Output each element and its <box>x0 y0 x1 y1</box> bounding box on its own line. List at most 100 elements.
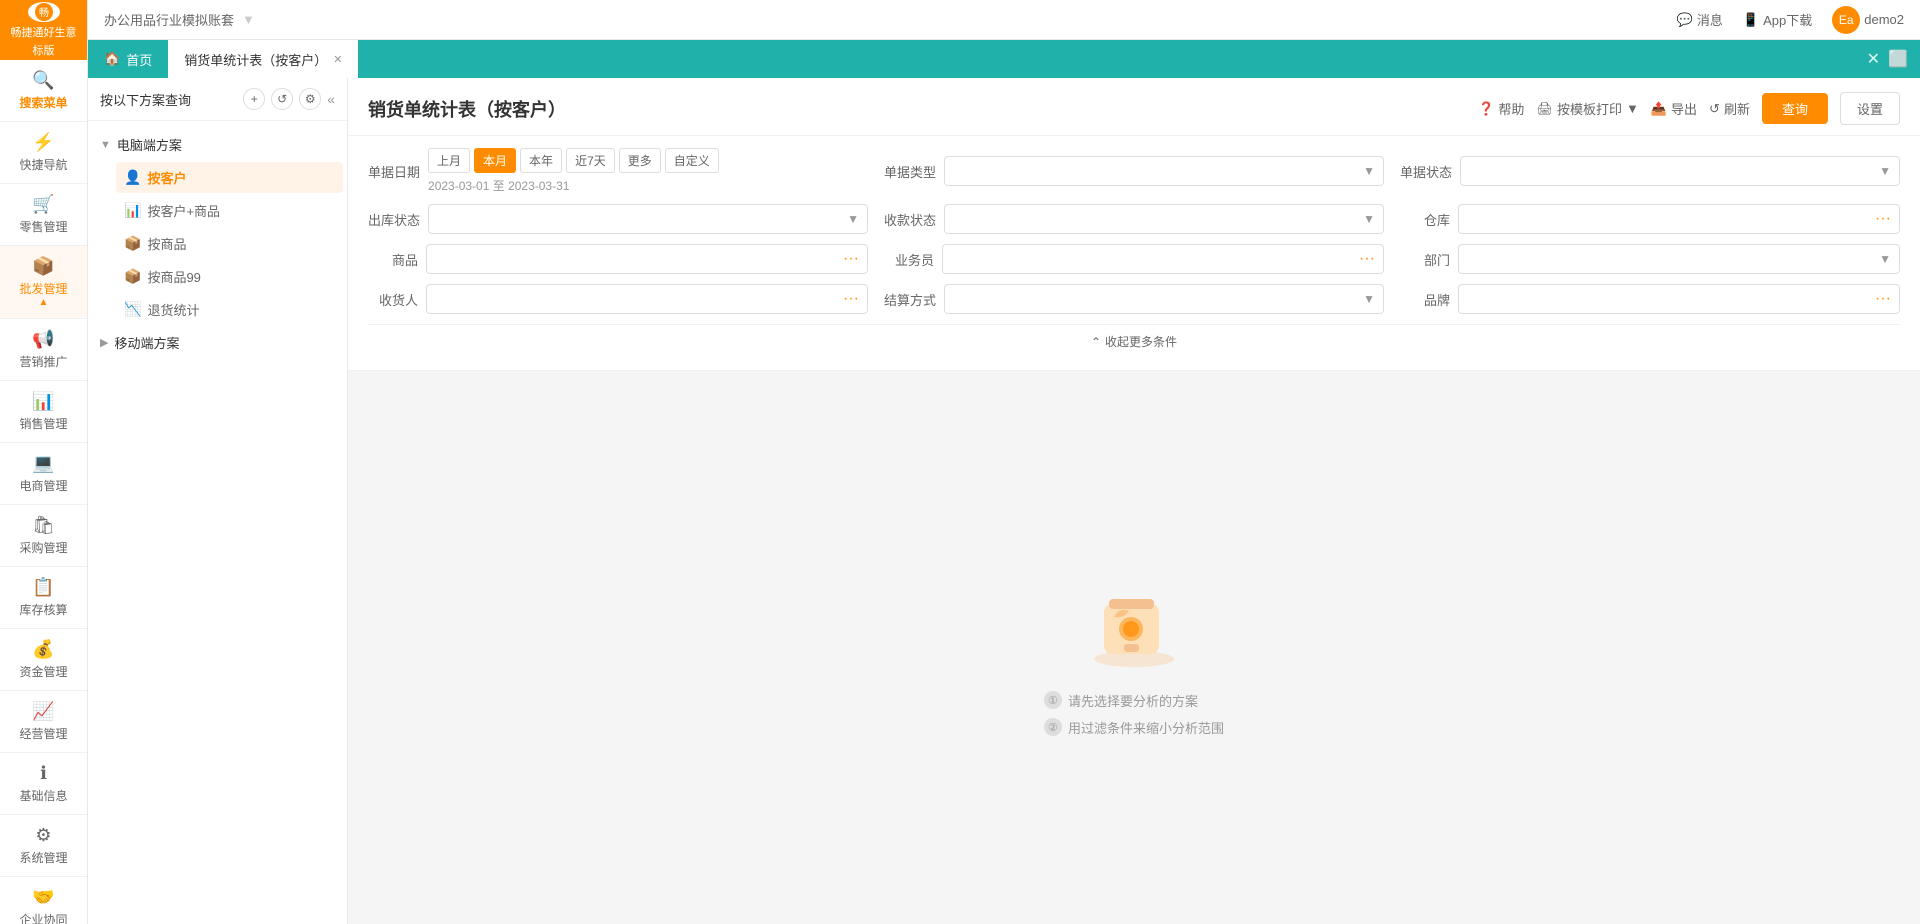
receiver-input[interactable]: ··· <box>426 284 868 314</box>
svg-text:畅: 畅 <box>39 6 49 19</box>
help-button[interactable]: ❓ 帮助 <box>1478 99 1524 118</box>
sidebar-item-basic-info[interactable]: ℹ 基础信息 <box>0 753 87 815</box>
sidebar-item-system[interactable]: ⚙ 系统管理 <box>0 815 87 877</box>
by-customer-icon: 👤 <box>124 169 141 186</box>
sidebar-item-inventory-label: 库存核算 <box>19 601 67 618</box>
warehouse-input[interactable]: ··· <box>1458 204 1900 234</box>
message-button[interactable]: 💬 消息 <box>1677 10 1723 29</box>
sidebar-item-ecommerce[interactable]: 💻 电商管理 <box>0 443 87 505</box>
tree-child-by-customer-goods[interactable]: 📊 按客户+商品 <box>116 195 343 226</box>
tab-bar-right: ✕ ⬜ <box>1867 49 1920 69</box>
sidebar-item-purchase[interactable]: 🛍 采购管理 <box>0 505 87 567</box>
operations-icon: 📈 <box>32 701 54 722</box>
tree-children-desktop: 👤 按客户 📊 按客户+商品 📦 按商品 📦 按商品99 <box>88 162 347 325</box>
brand-input[interactable]: ··· <box>1458 284 1900 314</box>
empty-state: ① 请先选择要分析的方案 ② 用过滤条件来缩小分析范围 <box>348 371 1920 924</box>
sidebar-item-system-label: 系统管理 <box>19 849 67 866</box>
refresh-label: 刷新 <box>1724 99 1750 118</box>
tree-parent-desktop[interactable]: ▼ 电脑端方案 <box>88 129 347 160</box>
tab-sales-report[interactable]: 销货单统计表（按客户） ✕ <box>168 40 358 78</box>
goods-dots-icon[interactable]: ··· <box>843 250 859 268</box>
filter-payment-status-cell: 收款状态 ▼ <box>884 204 1384 234</box>
department-chevron-icon: ▼ <box>1879 252 1891 266</box>
tree-child-by-customer[interactable]: 👤 按客户 <box>116 162 343 193</box>
goods-input[interactable]: ··· <box>426 244 868 274</box>
date-label: 单据日期 <box>368 162 420 181</box>
avatar: Ea <box>1832 6 1860 34</box>
breadcrumb: 办公用品行业模拟账套 <box>104 10 234 29</box>
this-year-btn[interactable]: 本年 <box>520 148 562 173</box>
export-button[interactable]: 📤 导出 <box>1651 99 1697 118</box>
quick-nav-icon: ⚡ <box>32 132 54 153</box>
settings-scheme-button[interactable]: ⚙ <box>299 88 321 110</box>
this-month-btn[interactable]: 本月 <box>474 148 516 173</box>
tree-child-by-goods-99[interactable]: 📦 按商品99 <box>116 261 343 292</box>
tree-child-by-goods[interactable]: 📦 按商品 <box>116 228 343 259</box>
search-icon: 🔍 <box>32 70 54 91</box>
help-label: 帮助 <box>1498 99 1524 118</box>
add-scheme-button[interactable]: + <box>243 88 265 110</box>
tab-expand-button[interactable]: ⬜ <box>1888 49 1908 69</box>
content-area: 按以下方案查询 + ↺ ⚙ « ▼ 电脑端方案 👤 按客户 <box>88 78 1920 924</box>
help-icon: ❓ <box>1478 101 1494 117</box>
message-label: 消息 <box>1697 10 1723 29</box>
sidebar-item-wholesale[interactable]: 📦 批发管理 ▲ <box>0 246 87 319</box>
sidebar-item-inventory[interactable]: 📋 库存核算 <box>0 567 87 629</box>
settings-button[interactable]: 设置 <box>1840 92 1900 125</box>
brand-dots-icon[interactable]: ··· <box>1875 290 1891 308</box>
department-input[interactable]: ▼ <box>1458 244 1900 274</box>
date-quick-btns: 上月 本月 本年 近7天 更多 自定义 <box>428 148 868 173</box>
app-download-button[interactable]: 📱 App下载 <box>1743 10 1812 29</box>
empty-tip-2: ② 用过滤条件来缩小分析范围 <box>1044 718 1224 737</box>
payment-method-input[interactable]: ▼ <box>944 284 1384 314</box>
custom-btn[interactable]: 自定义 <box>665 148 719 173</box>
tree-section: ▼ 电脑端方案 👤 按客户 📊 按客户+商品 📦 按商品 <box>88 121 347 366</box>
tab-home-label: 首页 <box>126 50 152 69</box>
sidebar-item-search-label: 搜索菜单 <box>19 94 67 111</box>
collapse-bar[interactable]: ⌃ 收起更多条件 <box>368 324 1900 358</box>
tab-close-icon[interactable]: ✕ <box>333 53 342 66</box>
order-status-input[interactable]: ▼ <box>1460 156 1900 186</box>
tree-child-return-stats[interactable]: 📉 退货统计 <box>116 294 343 325</box>
more-btn[interactable]: 更多 <box>619 148 661 173</box>
tab-home[interactable]: 🏠 首页 <box>88 40 168 78</box>
filter-row-4: 收货人 ··· 结算方式 ▼ 品牌 <box>368 284 1900 314</box>
sidebar-item-operations-label: 经营管理 <box>19 725 67 742</box>
template-print-button[interactable]: 🖨 按模板打印 ▼ <box>1536 99 1638 118</box>
sidebar-item-quick-nav[interactable]: ⚡ 快捷导航 <box>0 122 87 184</box>
tab-close-all-button[interactable]: ✕ <box>1867 49 1880 69</box>
last-month-btn[interactable]: 上月 <box>428 148 470 173</box>
user-name: demo2 <box>1864 12 1904 27</box>
receiver-dots-icon[interactable]: ··· <box>843 290 859 308</box>
query-button[interactable]: 查询 <box>1762 93 1828 124</box>
order-type-input[interactable]: ▼ <box>944 156 1384 186</box>
by-customer-label: 按客户 <box>147 168 186 187</box>
user-menu[interactable]: Ea demo2 <box>1832 6 1904 34</box>
sidebar-item-operations[interactable]: 📈 经营管理 <box>0 691 87 753</box>
breadcrumb-arrow-icon: ▼ <box>242 12 255 27</box>
export-label: 导出 <box>1671 99 1697 118</box>
brand-label: 品牌 <box>1400 290 1450 309</box>
warehouse-label: 仓库 <box>1400 210 1450 229</box>
sidebar-item-retail[interactable]: 🛒 零售管理 <box>0 184 87 246</box>
sidebar-item-sales[interactable]: 📊 销售管理 <box>0 381 87 443</box>
sidebar-item-cooperation[interactable]: 🤝 企业协同 <box>0 877 87 924</box>
wholesale-icon: 📦 <box>32 256 54 277</box>
panel-collapse-icon[interactable]: « <box>327 91 335 107</box>
payment-status-input[interactable]: ▼ <box>944 204 1384 234</box>
message-icon: 💬 <box>1677 12 1693 28</box>
warehouse-dots-icon[interactable]: ··· <box>1875 210 1891 228</box>
tree-parent-mobile[interactable]: ▶ 移动端方案 <box>88 327 347 358</box>
salesperson-dots-icon[interactable]: ··· <box>1359 250 1375 268</box>
finance-icon: 💰 <box>32 639 54 660</box>
refresh-scheme-button[interactable]: ↺ <box>271 88 293 110</box>
last-7-days-btn[interactable]: 近7天 <box>566 148 615 173</box>
empty-icon <box>1074 559 1194 679</box>
out-status-input[interactable]: ▼ <box>428 204 868 234</box>
sidebar-item-search[interactable]: 🔍 搜索菜单 <box>0 60 87 122</box>
salesperson-input[interactable]: ··· <box>942 244 1384 274</box>
collapse-up-icon: ⌃ <box>1091 335 1101 349</box>
refresh-button[interactable]: ↺ 刷新 <box>1709 99 1750 118</box>
sidebar-item-finance[interactable]: 💰 资金管理 <box>0 629 87 691</box>
sidebar-item-marketing[interactable]: 📢 营销推广 <box>0 319 87 381</box>
